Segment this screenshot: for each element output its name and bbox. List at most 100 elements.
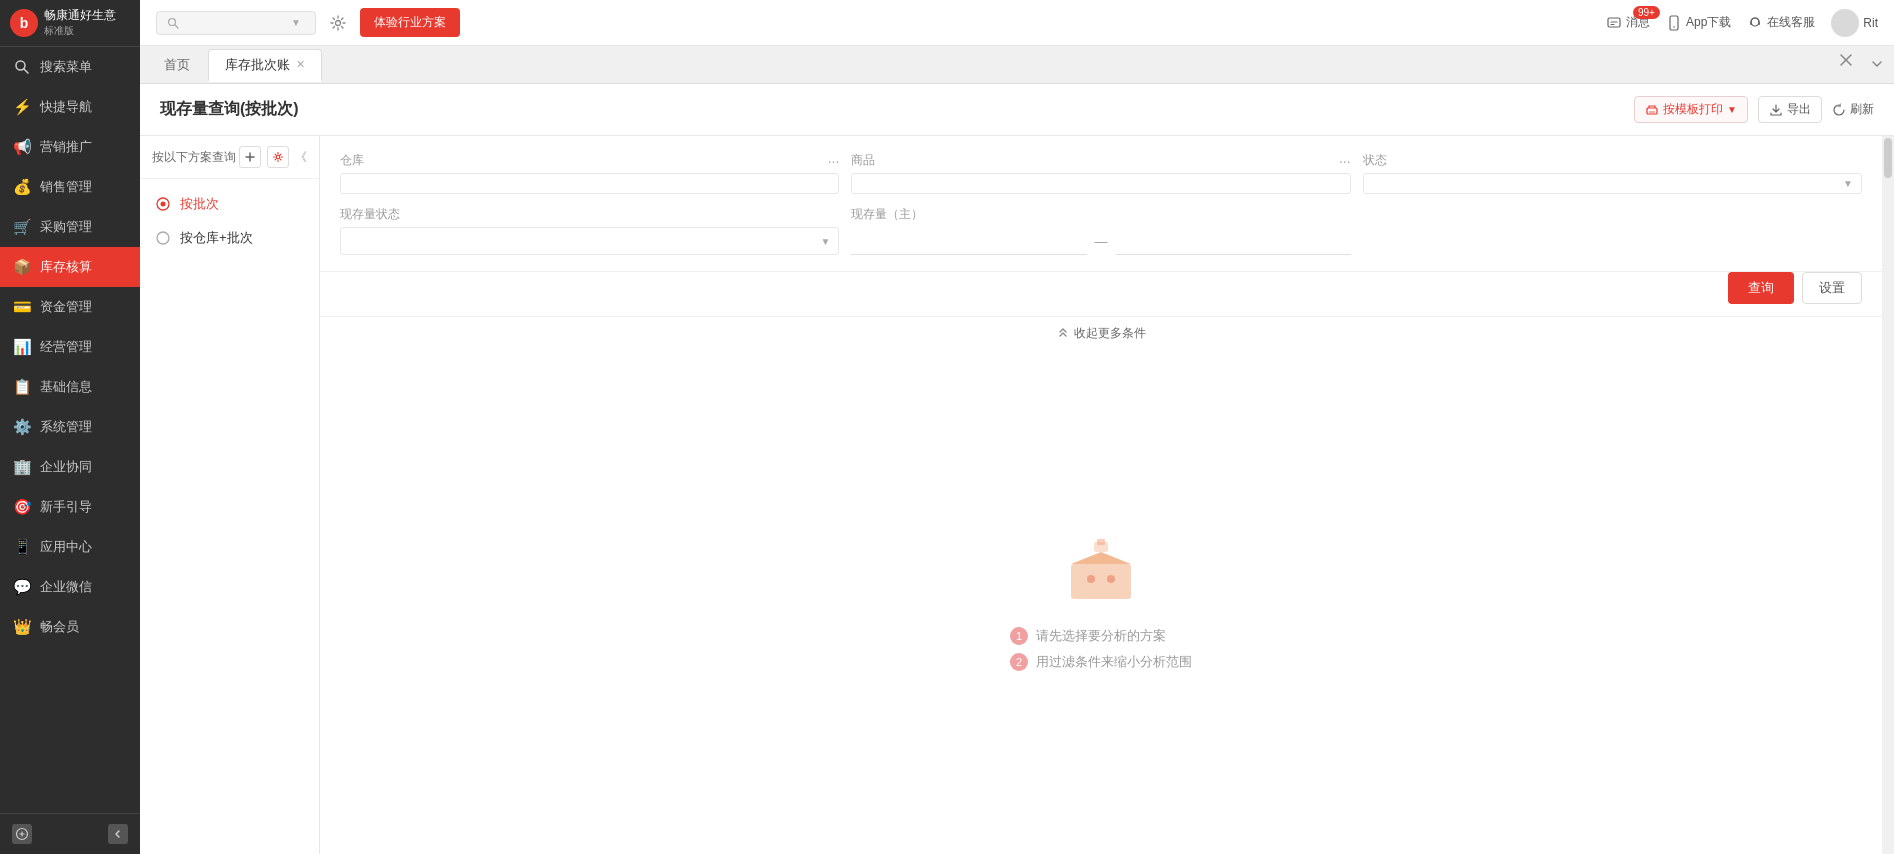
scheme-panel-collapse-btn[interactable]: 《 bbox=[295, 149, 307, 166]
tab-inventory-batch[interactable]: 库存批次账 ✕ bbox=[208, 49, 322, 82]
tab-inventory-batch-label: 库存批次账 bbox=[225, 56, 290, 74]
warehouse-label: 仓库 bbox=[340, 152, 364, 169]
svg-rect-7 bbox=[1670, 16, 1678, 30]
sidebar-footer bbox=[0, 813, 140, 854]
filter-product: 商品 ··· bbox=[851, 152, 1350, 194]
sidebar-header: b 畅康通好生意 标准版 bbox=[0, 0, 140, 47]
product-input[interactable] bbox=[851, 173, 1350, 194]
quick-nav-icon: ⚡ bbox=[12, 97, 32, 117]
topbar-right: 消息 99+ App下载 在线客服 Rit bbox=[1606, 9, 1878, 37]
user-avatar bbox=[1831, 9, 1859, 37]
search-menu-icon bbox=[12, 57, 32, 77]
sidebar-item-operations[interactable]: 📊 经营管理 bbox=[0, 327, 140, 367]
svg-point-8 bbox=[1673, 26, 1675, 28]
svg-point-24 bbox=[1107, 575, 1115, 583]
sidebar-item-label-finance: 资金管理 bbox=[40, 298, 92, 316]
export-btn-label: 导出 bbox=[1787, 101, 1811, 118]
refresh-button[interactable]: 刷新 bbox=[1832, 101, 1874, 118]
filter-settings-button[interactable]: 设置 bbox=[1802, 272, 1862, 304]
empty-illustration bbox=[1061, 534, 1141, 607]
sidebar-item-label-marketing: 营销推广 bbox=[40, 138, 92, 156]
sidebar-item-sales[interactable]: 💰 销售管理 bbox=[0, 167, 140, 207]
inventory-main-max[interactable] bbox=[1116, 227, 1351, 255]
messages-action[interactable]: 消息 99+ bbox=[1606, 14, 1650, 31]
sidebar-item-wechat[interactable]: 💬 企业微信 bbox=[0, 567, 140, 607]
settings-footer-btn[interactable] bbox=[12, 824, 32, 844]
scheme-panel-actions: 《 bbox=[239, 146, 307, 168]
sidebar-item-marketing[interactable]: 📢 营销推广 bbox=[0, 127, 140, 167]
sidebar-item-enterprise[interactable]: 🏢 企业协同 bbox=[0, 447, 140, 487]
page-actions: 按模板打印 ▼ 导出 刷新 bbox=[1634, 96, 1874, 123]
finance-icon: 💳 bbox=[12, 297, 32, 317]
sidebar-item-search-menu[interactable]: 搜索菜单 bbox=[0, 47, 140, 87]
topbar-gear-icon[interactable] bbox=[324, 9, 352, 37]
svg-rect-26 bbox=[1097, 539, 1105, 545]
status-dropdown[interactable]: ▼ bbox=[1363, 173, 1862, 194]
online-service-label: 在线客服 bbox=[1767, 14, 1815, 31]
tab-inventory-batch-close[interactable]: ✕ bbox=[296, 58, 305, 71]
sidebar-item-label-app-center: 应用中心 bbox=[40, 538, 92, 556]
basic-info-icon: 📋 bbox=[12, 377, 32, 397]
print-button[interactable]: 按模板打印 ▼ bbox=[1634, 96, 1748, 123]
topbar: ▼ 体验行业方案 消息 99+ App下载 bbox=[140, 0, 1894, 46]
sidebar-item-new-guide[interactable]: 🎯 新手引导 bbox=[0, 487, 140, 527]
tabs-more-btn[interactable] bbox=[1870, 57, 1884, 73]
scheme-item-label-by-warehouse-batch: 按仓库+批次 bbox=[180, 229, 253, 247]
scheme-settings-btn[interactable] bbox=[267, 146, 289, 168]
topbar-search-input[interactable] bbox=[185, 16, 285, 30]
print-dropdown-arrow[interactable]: ▼ bbox=[1727, 104, 1737, 115]
export-button[interactable]: 导出 bbox=[1758, 96, 1822, 123]
tabs-close-all-btn[interactable] bbox=[1838, 52, 1854, 71]
side-scrollbar[interactable] bbox=[1882, 136, 1894, 854]
filter-actions-row: 查询 设置 bbox=[320, 272, 1882, 316]
add-scheme-btn[interactable] bbox=[239, 146, 261, 168]
topbar-search-box[interactable]: ▼ bbox=[156, 11, 316, 35]
warehouse-input[interactable] bbox=[340, 173, 839, 194]
collapse-btn-label: 收起更多条件 bbox=[1074, 325, 1146, 342]
tab-home[interactable]: 首页 bbox=[148, 50, 206, 80]
collapse-conditions-row[interactable]: 收起更多条件 bbox=[320, 316, 1882, 350]
headset-icon bbox=[1747, 15, 1763, 31]
app-download-action[interactable]: App下载 bbox=[1666, 14, 1731, 31]
scheme-item-by-batch[interactable]: 按批次 bbox=[140, 187, 319, 221]
print-btn-label: 按模板打印 bbox=[1663, 101, 1723, 118]
sidebar-item-vip[interactable]: 👑 畅会员 bbox=[0, 607, 140, 647]
scrollbar-thumb[interactable] bbox=[1884, 138, 1892, 178]
sidebar-item-inventory[interactable]: 📦 库存核算 bbox=[0, 247, 140, 287]
online-service-action[interactable]: 在线客服 bbox=[1747, 14, 1815, 31]
topbar-search-dropdown[interactable]: ▼ bbox=[291, 17, 301, 28]
sidebar-item-label-new-guide: 新手引导 bbox=[40, 498, 92, 516]
sidebar-item-label-search-menu: 搜索菜单 bbox=[40, 58, 92, 76]
system-icon: ⚙️ bbox=[12, 417, 32, 437]
scheme-item-label-by-batch: 按批次 bbox=[180, 195, 219, 213]
sidebar-item-purchase[interactable]: 🛒 采购管理 bbox=[0, 207, 140, 247]
product-more-icon[interactable]: ··· bbox=[1339, 153, 1351, 169]
inventory-status-dropdown[interactable]: ▼ bbox=[340, 227, 839, 255]
svg-rect-10 bbox=[1750, 22, 1752, 25]
sidebar-item-label-enterprise: 企业协同 bbox=[40, 458, 92, 476]
sidebar-item-system[interactable]: ⚙️ 系统管理 bbox=[0, 407, 140, 447]
query-button[interactable]: 查询 bbox=[1728, 272, 1794, 304]
sidebar-item-finance[interactable]: 💳 资金管理 bbox=[0, 287, 140, 327]
page-body: 按以下方案查询 《 bbox=[140, 136, 1894, 854]
svg-line-1 bbox=[24, 68, 29, 73]
range-dash: — bbox=[1095, 234, 1108, 249]
sidebar-nav: 搜索菜单 ⚡ 快捷导航 📢 营销推广 💰 销售管理 🛒 采购管理 📦 库存核算 bbox=[0, 47, 140, 813]
sidebar-company-info: 畅康通好生意 标准版 bbox=[44, 8, 116, 38]
company-name: 畅康通好生意 bbox=[44, 8, 116, 24]
inventory-status-label: 现存量状态 bbox=[340, 206, 400, 223]
scheme-panel-title: 按以下方案查询 bbox=[152, 149, 236, 166]
filter-and-results: 仓库 ··· 商品 ··· bbox=[320, 136, 1882, 854]
inventory-main-min[interactable] bbox=[851, 227, 1086, 255]
sidebar-item-basic-info[interactable]: 📋 基础信息 bbox=[0, 367, 140, 407]
sidebar-item-quick-nav[interactable]: ⚡ 快捷导航 bbox=[0, 87, 140, 127]
sidebar-item-app-center[interactable]: 📱 应用中心 bbox=[0, 527, 140, 567]
phone-icon bbox=[1666, 15, 1682, 31]
user-profile-action[interactable]: Rit bbox=[1831, 9, 1878, 37]
marketing-icon: 📢 bbox=[12, 137, 32, 157]
vip-icon: 👑 bbox=[12, 617, 32, 637]
experience-industry-btn[interactable]: 体验行业方案 bbox=[360, 8, 460, 37]
collapse-sidebar-btn[interactable] bbox=[108, 824, 128, 844]
warehouse-more-icon[interactable]: ··· bbox=[828, 153, 840, 169]
scheme-item-by-warehouse-batch[interactable]: 按仓库+批次 bbox=[140, 221, 319, 255]
